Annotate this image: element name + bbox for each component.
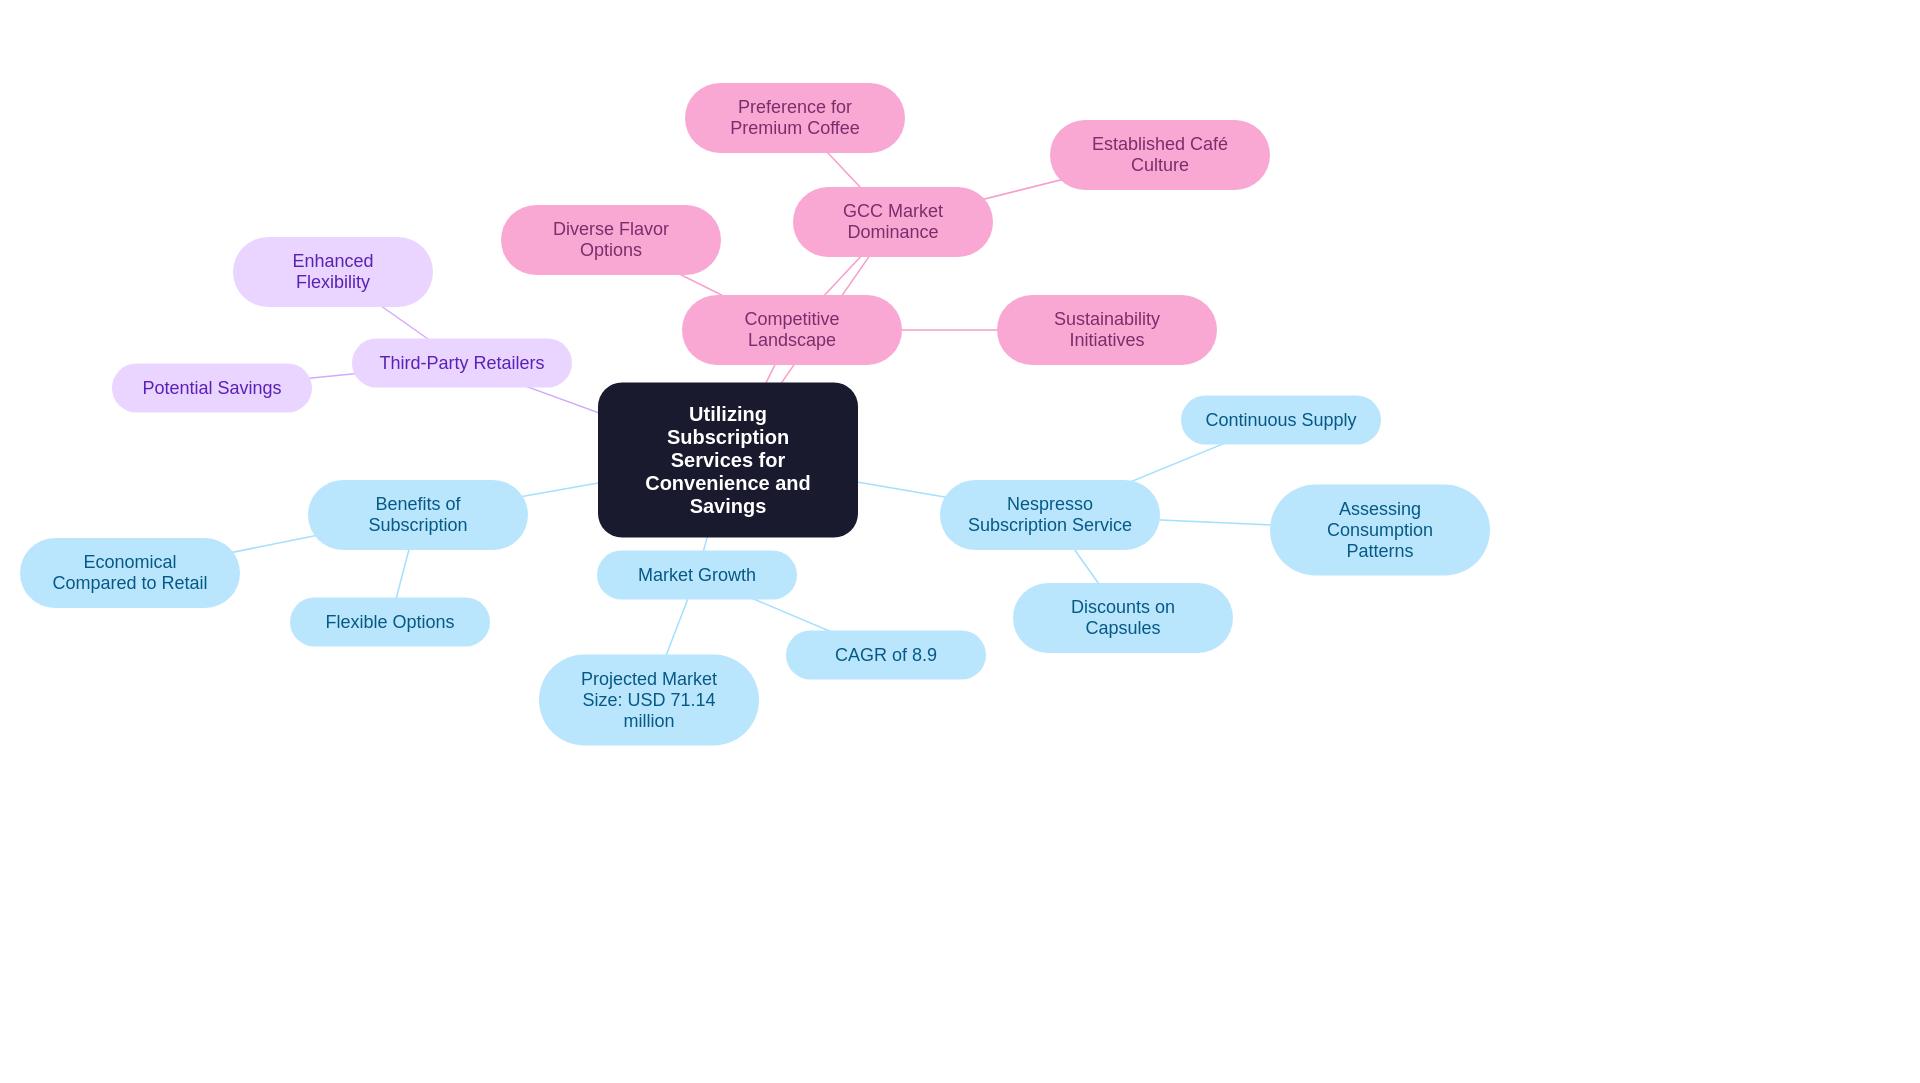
mind-map: Utilizing Subscription Services for Conv… xyxy=(0,0,1920,1083)
continuous-supply-node[interactable]: Continuous Supply xyxy=(1181,396,1381,445)
benefits-sub-node[interactable]: Benefits of Subscription xyxy=(308,480,528,550)
competitive-node[interactable]: Competitive Landscape xyxy=(682,295,902,365)
preference-premium-node[interactable]: Preference for Premium Coffee xyxy=(685,83,905,153)
sustainability-node[interactable]: Sustainability Initiatives xyxy=(997,295,1217,365)
discounts-node[interactable]: Discounts on Capsules xyxy=(1013,583,1233,653)
gcc-market-node[interactable]: GCC Market Dominance xyxy=(793,187,993,257)
diverse-flavor-node[interactable]: Diverse Flavor Options xyxy=(501,205,721,275)
assessing-node[interactable]: Assessing Consumption Patterns xyxy=(1270,485,1490,576)
potential-savings-node[interactable]: Potential Savings xyxy=(112,364,312,413)
market-growth-node[interactable]: Market Growth xyxy=(597,551,797,600)
nespresso-sub-node[interactable]: Nespresso Subscription Service xyxy=(940,480,1160,550)
center-node[interactable]: Utilizing Subscription Services for Conv… xyxy=(598,383,858,538)
enhanced-flex-node[interactable]: Enhanced Flexibility xyxy=(233,237,433,307)
projected-market-node[interactable]: Projected Market Size: USD 71.14 million xyxy=(539,655,759,746)
cagr-node[interactable]: CAGR of 8.9 xyxy=(786,631,986,680)
established-cafe-node[interactable]: Established Café Culture xyxy=(1050,120,1270,190)
flexible-options-node[interactable]: Flexible Options xyxy=(290,598,490,647)
third-party-node[interactable]: Third-Party Retailers xyxy=(352,339,572,388)
economical-node[interactable]: Economical Compared to Retail xyxy=(20,538,240,608)
